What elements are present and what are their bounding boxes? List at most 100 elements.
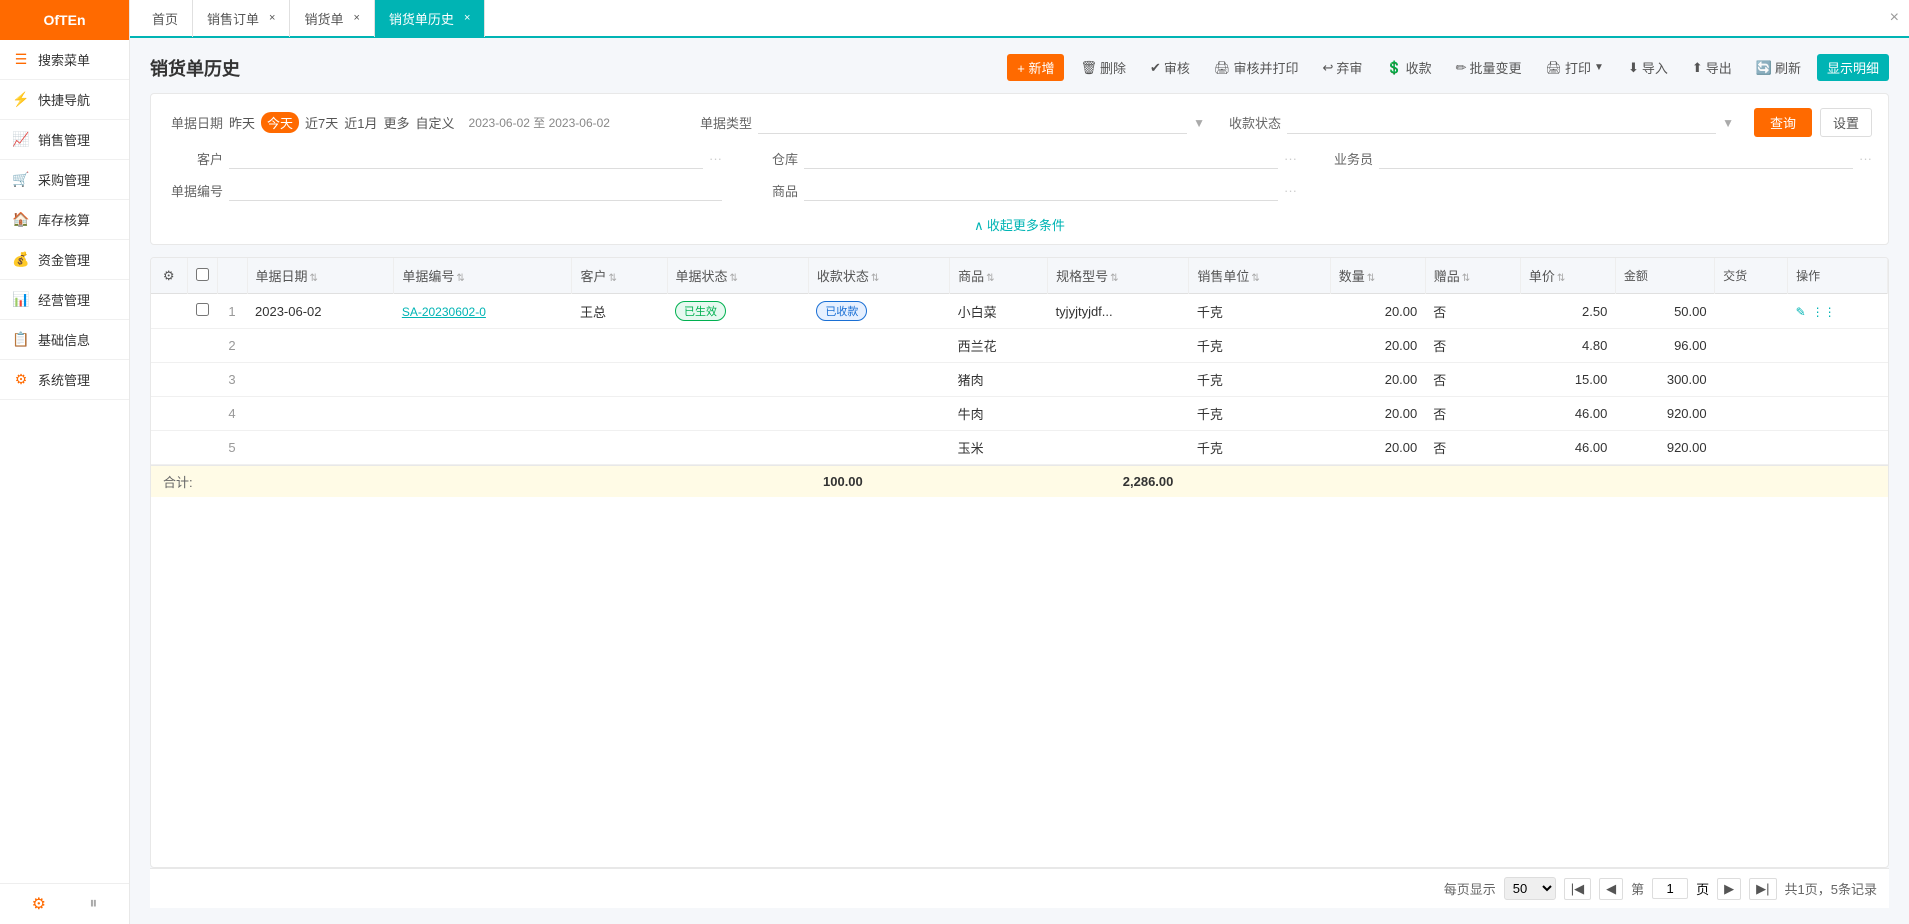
customer-input[interactable] xyxy=(229,147,703,169)
last-page-btn[interactable]: ▶| xyxy=(1749,878,1776,900)
customer-dots[interactable]: ··· xyxy=(709,151,722,166)
sidebar-item-purchase-mgmt[interactable]: 🛒 采购管理 xyxy=(0,160,129,200)
cell-spec xyxy=(1048,329,1189,363)
sidebar-item-basic-info[interactable]: 📋 基础信息 xyxy=(0,320,129,360)
setting-button[interactable]: 设置 xyxy=(1820,108,1872,137)
salesperson-input[interactable] xyxy=(1379,147,1853,169)
salesperson-dots[interactable]: ··· xyxy=(1859,151,1872,166)
import-button[interactable]: ⬇ 导入 xyxy=(1620,54,1676,81)
close-tab-sales-order[interactable]: × xyxy=(269,12,275,24)
new-button[interactable]: + 新增 xyxy=(1007,54,1064,81)
per-page-select[interactable]: 50 100 200 xyxy=(1504,877,1556,900)
sidebar-collapse-icon[interactable]: ⏸ xyxy=(89,895,97,913)
shortcut-today[interactable]: 今天 xyxy=(261,112,299,133)
shortcut-1month[interactable]: 近1月 xyxy=(344,113,377,132)
next-page-btn[interactable]: ▶ xyxy=(1717,878,1741,900)
page-input[interactable] xyxy=(1652,878,1688,899)
collect-button[interactable]: 💲 收款 xyxy=(1378,54,1439,81)
col-gift[interactable]: 赠品⇅ xyxy=(1425,258,1520,294)
cell-checkbox xyxy=(187,397,217,431)
show-detail-button[interactable]: 显示明细 xyxy=(1817,54,1889,81)
review-button[interactable]: ✔ 审核 xyxy=(1142,54,1198,81)
batch-change-button[interactable]: ✏ 批量变更 xyxy=(1448,54,1530,81)
page-word: 第 xyxy=(1631,879,1644,898)
prev-page-btn[interactable]: ◀ xyxy=(1599,878,1623,900)
cell-settings xyxy=(151,294,187,329)
col-payment-status[interactable]: 收款状态⇅ xyxy=(808,258,949,294)
shortcut-more[interactable]: 更多 xyxy=(384,113,410,132)
shortcut-custom[interactable]: 自定义 xyxy=(416,113,455,132)
table-header-row: ⚙ 单据日期⇅ 单据编号⇅ 客户⇅ xyxy=(151,258,1888,294)
tab-sales-history[interactable]: 销货单历史 × xyxy=(375,0,485,37)
export-button[interactable]: ⬆ 导出 xyxy=(1684,54,1740,81)
cell-customer xyxy=(572,431,667,465)
doc-type-dropdown-icon[interactable]: ▼ xyxy=(1193,116,1205,130)
sidebar-item-inventory[interactable]: 🏠 库存核算 xyxy=(0,200,129,240)
sidebar-item-sales-mgmt[interactable]: 📈 销售管理 xyxy=(0,120,129,160)
print-button[interactable]: 🖨 打印 ▼ xyxy=(1538,54,1612,81)
tab-sales-delivery[interactable]: 销货单 × xyxy=(290,0,374,37)
collapse-icon: ∧ xyxy=(974,218,984,233)
sidebar-item-system[interactable]: ⚙ 系统管理 xyxy=(0,360,129,400)
col-customer[interactable]: 客户⇅ xyxy=(572,258,667,294)
sidebar-item-search-menu[interactable]: ☰ 搜索菜单 xyxy=(0,40,129,80)
sidebar-item-label: 库存核算 xyxy=(38,210,90,229)
shortcut-yesterday[interactable]: 昨天 xyxy=(229,113,255,132)
cell-product: 玉米 xyxy=(950,431,1048,465)
payment-status-input[interactable] xyxy=(1287,112,1716,134)
doc-num-input[interactable] xyxy=(229,179,722,201)
tab-sales-order[interactable]: 销售订单 × xyxy=(193,0,290,37)
sidebar-item-operations[interactable]: 📊 经营管理 xyxy=(0,280,129,320)
review-print-button[interactable]: 🖨 审核并打印 xyxy=(1206,54,1307,81)
purchase-mgmt-icon: 🛒 xyxy=(12,171,30,189)
tab-home[interactable]: 首页 xyxy=(140,0,193,37)
payment-status-dropdown-icon[interactable]: ▼ xyxy=(1722,116,1734,130)
close-tab-sales-delivery[interactable]: × xyxy=(353,12,359,24)
cell-settings xyxy=(151,397,187,431)
warehouse-input[interactable] xyxy=(804,147,1278,169)
first-page-btn[interactable]: |◀ xyxy=(1564,878,1591,900)
sidebar-item-finance[interactable]: 💰 资金管理 xyxy=(0,240,129,280)
product-input[interactable] xyxy=(804,179,1278,201)
product-dots[interactable]: ··· xyxy=(1284,183,1297,198)
filter-actions: 查询 设置 xyxy=(1754,108,1872,137)
col-unit[interactable]: 销售单位⇅ xyxy=(1189,258,1330,294)
delete-button[interactable]: 🗑 删除 xyxy=(1072,54,1134,81)
col-product[interactable]: 商品⇅ xyxy=(950,258,1048,294)
footer-values: 100.00 2,286.00 xyxy=(823,474,1173,489)
select-all-checkbox[interactable] xyxy=(196,268,209,281)
warehouse-filter-group: 仓库 ··· xyxy=(742,147,1297,169)
cell-unit-price: 15.00 xyxy=(1520,363,1615,397)
date-filter-group: 单据日期 昨天 今天 近7天 近1月 更多 自定义 2023-06-02 至 2… xyxy=(167,112,676,133)
col-doc-status[interactable]: 单据状态⇅ xyxy=(667,258,808,294)
collapse-row[interactable]: ∧ 收起更多条件 xyxy=(167,211,1872,236)
sidebar-item-quick-nav[interactable]: ⚡ 快捷导航 xyxy=(0,80,129,120)
col-doc-date[interactable]: 单据日期⇅ xyxy=(247,258,394,294)
sidebar-item-label: 经营管理 xyxy=(38,290,90,309)
warehouse-dots[interactable]: ··· xyxy=(1284,151,1297,166)
col-qty[interactable]: 数量⇅ xyxy=(1330,258,1425,294)
doc-num-link[interactable]: SA-20230602-0 xyxy=(402,305,486,319)
doc-type-input[interactable] xyxy=(758,112,1187,134)
refresh-button[interactable]: 🔄 刷新 xyxy=(1748,54,1809,81)
close-all-tabs[interactable]: × xyxy=(1890,9,1899,27)
salesperson-filter-group: 业务员 ··· xyxy=(1317,147,1872,169)
col-settings[interactable]: ⚙ xyxy=(151,258,187,294)
cell-row-num: 3 xyxy=(217,363,247,397)
pagination-bar: 每页显示 50 100 200 |◀ ◀ 第 页 ▶ ▶| 共1页，5条记录 xyxy=(150,868,1889,908)
cell-product: 猪肉 xyxy=(950,363,1048,397)
more-link[interactable]: ⋮⋮ xyxy=(1812,305,1836,319)
inventory-icon: 🏠 xyxy=(12,211,30,229)
shortcut-7days[interactable]: 近7天 xyxy=(305,113,338,132)
settings-gear-icon[interactable]: ⚙ xyxy=(163,268,175,283)
query-button[interactable]: 查询 xyxy=(1754,108,1812,137)
col-doc-num[interactable]: 单据编号⇅ xyxy=(394,258,572,294)
col-spec[interactable]: 规格型号⇅ xyxy=(1048,258,1189,294)
sidebar-setting-icon[interactable]: ⚙ xyxy=(32,894,46,914)
abandon-button[interactable]: ↩ 弃审 xyxy=(1314,54,1370,81)
col-unit-price[interactable]: 单价⇅ xyxy=(1520,258,1615,294)
cell-amount: 50.00 xyxy=(1615,294,1714,329)
close-tab-sales-history[interactable]: × xyxy=(464,12,470,24)
row-checkbox[interactable] xyxy=(196,303,209,316)
edit-link[interactable]: ✎ xyxy=(1796,305,1806,319)
